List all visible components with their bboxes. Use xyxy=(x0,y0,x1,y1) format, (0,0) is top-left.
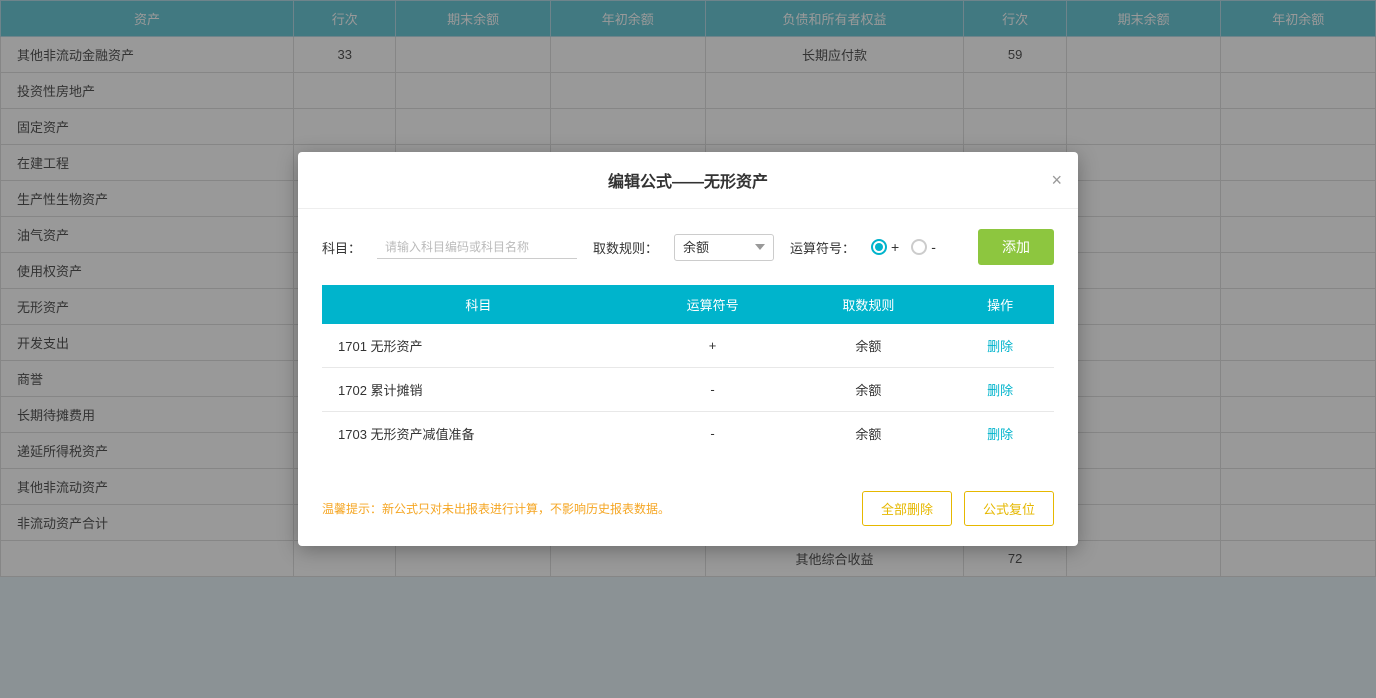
modal-overlay: 编辑公式——无形资产 × 科目： 取数规则： 余额 借方 贷方 借方发生额 贷方… xyxy=(0,0,1376,698)
modal-title: 编辑公式——无形资产 xyxy=(608,174,768,191)
modal-close-button[interactable]: × xyxy=(1051,171,1062,189)
radio-minus-label: - xyxy=(931,239,936,255)
footer-tip: 温馨提示：新公式只对未出报表进行计算，不影响历史报表数据。 xyxy=(322,500,670,517)
formula-operator-0: + xyxy=(635,324,791,368)
radio-plus-label: + xyxy=(891,239,899,255)
modal-body: 科目： 取数规则： 余额 借方 贷方 借方发生额 贷方发生额 运算符号： xyxy=(298,209,1078,475)
add-button[interactable]: 添加 xyxy=(978,229,1054,265)
subject-label: 科目： xyxy=(322,238,361,257)
radio-minus[interactable]: - xyxy=(911,239,936,255)
footer-buttons: 全部删除 公式复位 xyxy=(862,491,1054,526)
rule-label: 取数规则： xyxy=(593,238,658,257)
formula-operator-1: - xyxy=(635,368,791,412)
radio-plus-circle xyxy=(871,239,887,255)
modal-footer: 温馨提示：新公式只对未出报表进行计算，不影响历史报表数据。 全部删除 公式复位 xyxy=(298,475,1078,546)
reset-button[interactable]: 公式复位 xyxy=(964,491,1054,526)
operator-label: 运算符号： xyxy=(790,238,855,257)
formula-subject-1: 1702 累计摊销 xyxy=(322,368,635,412)
subject-input[interactable] xyxy=(377,235,577,259)
formula-action-1: 删除 xyxy=(946,368,1054,412)
formula-table: 科目 运算符号 取数规则 操作 1701 无形资产 + 余额 删除 1702 累… xyxy=(322,285,1054,455)
formula-action-0: 删除 xyxy=(946,324,1054,368)
formula-rule-0: 余额 xyxy=(791,324,947,368)
th-operator: 运算符号 xyxy=(635,285,791,324)
formula-subject-2: 1703 无形资产减值准备 xyxy=(322,412,635,456)
formula-subject-0: 1701 无形资产 xyxy=(322,324,635,368)
formula-row: 1702 累计摊销 - 余额 删除 xyxy=(322,368,1054,412)
formula-action-2: 删除 xyxy=(946,412,1054,456)
th-rule: 取数规则 xyxy=(791,285,947,324)
form-row: 科目： 取数规则： 余额 借方 贷方 借方发生额 贷方发生额 运算符号： xyxy=(322,229,1054,265)
formula-row: 1703 无形资产减值准备 - 余额 删除 xyxy=(322,412,1054,456)
operator-radio-group: + - xyxy=(871,239,936,255)
th-subject: 科目 xyxy=(322,285,635,324)
formula-rule-1: 余额 xyxy=(791,368,947,412)
rule-select-wrapper: 余额 借方 贷方 借方发生额 贷方发生额 xyxy=(674,234,774,261)
modal-header: 编辑公式——无形资产 × xyxy=(298,152,1078,209)
radio-minus-circle xyxy=(911,239,927,255)
formula-rule-2: 余额 xyxy=(791,412,947,456)
th-action: 操作 xyxy=(946,285,1054,324)
edit-formula-modal: 编辑公式——无形资产 × 科目： 取数规则： 余额 借方 贷方 借方发生额 贷方… xyxy=(298,152,1078,546)
delete-all-button[interactable]: 全部删除 xyxy=(862,491,952,526)
rule-select[interactable]: 余额 借方 贷方 借方发生额 贷方发生额 xyxy=(674,234,774,261)
delete-row-button-0[interactable]: 删除 xyxy=(987,336,1013,355)
delete-row-button-2[interactable]: 删除 xyxy=(987,424,1013,443)
formula-row: 1701 无形资产 + 余额 删除 xyxy=(322,324,1054,368)
formula-operator-2: - xyxy=(635,412,791,456)
radio-plus[interactable]: + xyxy=(871,239,899,255)
delete-row-button-1[interactable]: 删除 xyxy=(987,380,1013,399)
